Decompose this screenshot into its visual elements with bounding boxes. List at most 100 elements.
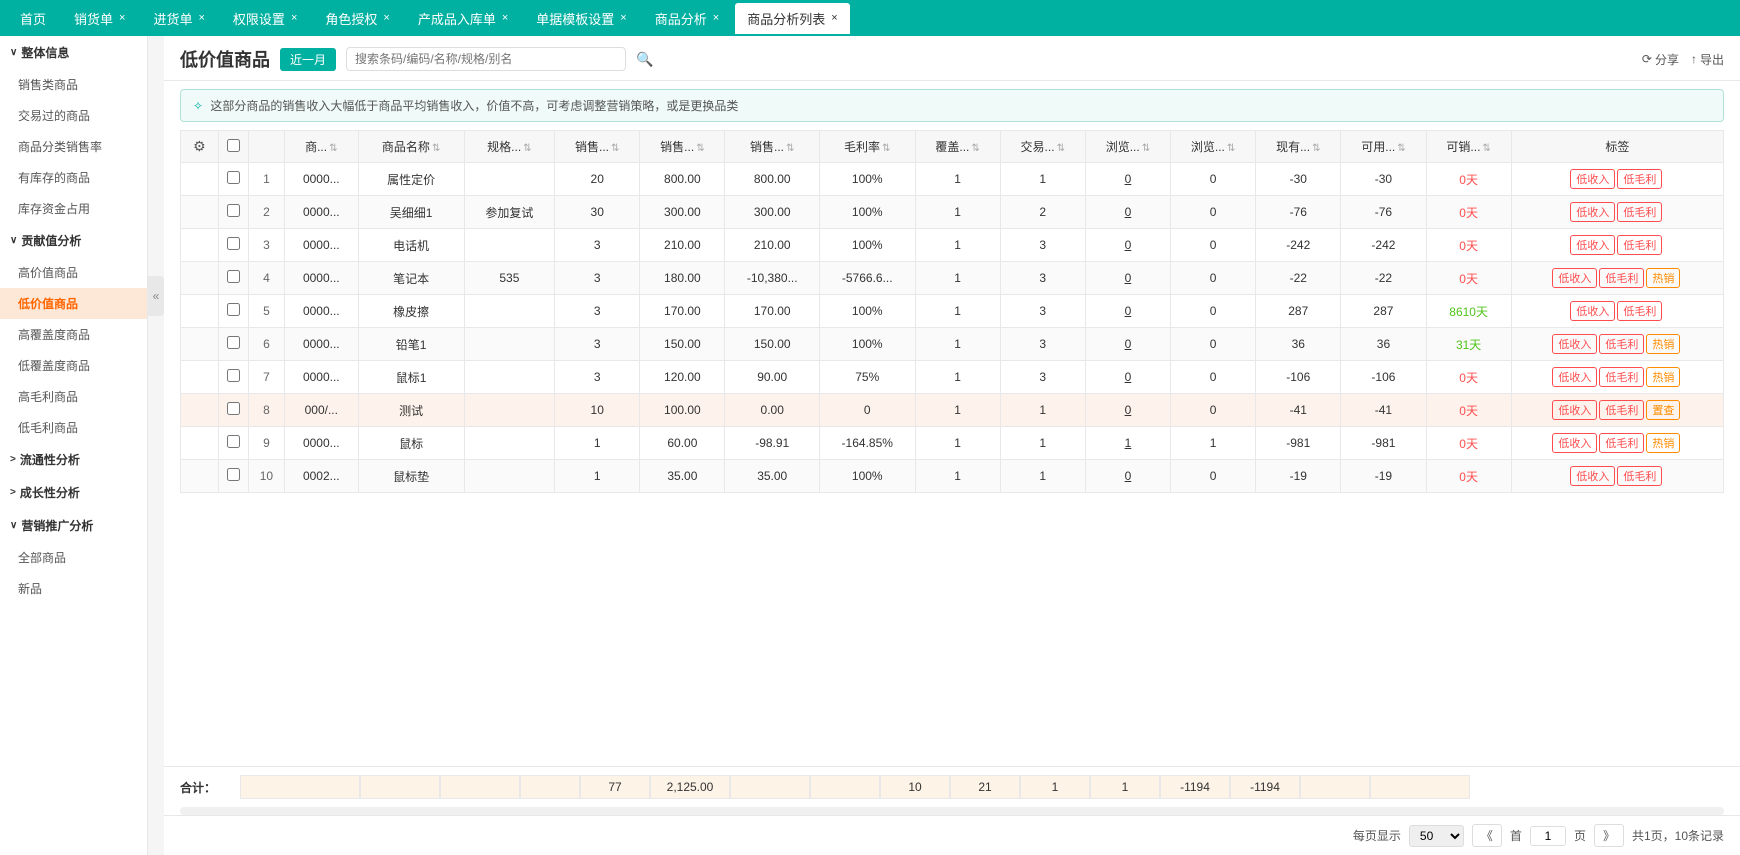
nav-item-首页[interactable]: 首页 xyxy=(8,3,58,34)
sort-icon[interactable]: ⇅ xyxy=(1142,143,1150,154)
sidebar-item-全部商品[interactable]: 全部商品 xyxy=(0,542,147,573)
row-checkbox[interactable] xyxy=(227,468,240,481)
nav-item-权限设置[interactable]: 权限设置× xyxy=(221,3,309,34)
gear-button[interactable]: ⚙ xyxy=(193,138,206,155)
sidebar-group-整体信息[interactable]: ∨整体信息 xyxy=(0,36,147,69)
close-icon[interactable]: × xyxy=(713,12,719,24)
sidebar-item-高毛利商品[interactable]: 高毛利商品 xyxy=(0,381,147,412)
row-checkbox-cell[interactable] xyxy=(218,394,248,427)
row-browse1[interactable]: 0 xyxy=(1085,295,1170,328)
nav-item-角色授权[interactable]: 角色授权× xyxy=(313,3,401,34)
sidebar-item-销售类商品[interactable]: 销售类商品 xyxy=(0,69,147,100)
browse1-link[interactable]: 0 xyxy=(1125,238,1132,252)
sort-icon[interactable]: ⇅ xyxy=(1397,143,1405,154)
row-checkbox[interactable] xyxy=(227,435,240,448)
col-header-12[interactable]: 可用...⇅ xyxy=(1341,131,1426,163)
sort-icon[interactable]: ⇅ xyxy=(523,143,531,154)
row-checkbox-cell[interactable] xyxy=(218,328,248,361)
row-checkbox[interactable] xyxy=(227,402,240,415)
nav-item-产成品入库单[interactable]: 产成品入库单× xyxy=(406,3,520,34)
search-input[interactable] xyxy=(346,47,626,71)
nav-item-进货单[interactable]: 进货单× xyxy=(141,3,216,34)
row-browse1[interactable]: 0 xyxy=(1085,361,1170,394)
col-header-0[interactable]: 商...⇅ xyxy=(284,131,358,163)
col-header-3[interactable]: 销售...⇅ xyxy=(555,131,640,163)
row-checkbox[interactable] xyxy=(227,336,240,349)
sidebar-item-低毛利商品[interactable]: 低毛利商品 xyxy=(0,412,147,443)
row-checkbox-cell[interactable] xyxy=(218,196,248,229)
sidebar-group-营销推广分析[interactable]: ∨营销推广分析 xyxy=(0,509,147,542)
col-header-11[interactable]: 现有...⇅ xyxy=(1256,131,1341,163)
period-button[interactable]: 近一月 xyxy=(280,48,336,71)
col-header-5[interactable]: 销售...⇅ xyxy=(725,131,820,163)
sidebar-item-低价值商品[interactable]: 低价值商品 xyxy=(0,288,147,319)
sort-icon[interactable]: ⇅ xyxy=(786,143,794,154)
sidebar-item-低覆盖度商品[interactable]: 低覆盖度商品 xyxy=(0,350,147,381)
row-browse1[interactable]: 0 xyxy=(1085,196,1170,229)
sidebar-group-成长性分析[interactable]: >成长性分析 xyxy=(0,476,147,509)
browse1-link[interactable]: 1 xyxy=(1125,436,1132,450)
nav-item-商品分析[interactable]: 商品分析× xyxy=(643,3,731,34)
row-browse1[interactable]: 0 xyxy=(1085,229,1170,262)
browse1-link[interactable]: 0 xyxy=(1125,271,1132,285)
col-header-10[interactable]: 浏览...⇅ xyxy=(1171,131,1256,163)
col-header-8[interactable]: 交易...⇅ xyxy=(1000,131,1085,163)
browse1-link[interactable]: 0 xyxy=(1125,370,1132,384)
col-header-6[interactable]: 毛利率⇅ xyxy=(819,131,915,163)
col-header-2[interactable]: 规格...⇅ xyxy=(464,131,555,163)
sort-icon[interactable]: ⇅ xyxy=(696,143,704,154)
sidebar-item-库存资金占用[interactable]: 库存资金占用 xyxy=(0,193,147,224)
sort-icon[interactable]: ⇅ xyxy=(1057,143,1065,154)
sort-icon[interactable]: ⇅ xyxy=(432,143,440,154)
nav-item-销货单[interactable]: 销货单× xyxy=(62,3,137,34)
row-browse1[interactable]: 0 xyxy=(1085,394,1170,427)
nav-item-单据模板设置[interactable]: 单据模板设置× xyxy=(524,3,638,34)
row-checkbox[interactable] xyxy=(227,369,240,382)
export-button[interactable]: ↑ 导出 xyxy=(1691,51,1724,68)
sort-icon[interactable]: ⇅ xyxy=(1227,143,1235,154)
browse1-link[interactable]: 0 xyxy=(1125,205,1132,219)
col-header-4[interactable]: 销售...⇅ xyxy=(640,131,725,163)
row-checkbox-cell[interactable] xyxy=(218,229,248,262)
sidebar-group-流通性分析[interactable]: >流通性分析 xyxy=(0,443,147,476)
row-checkbox[interactable] xyxy=(227,303,240,316)
sort-icon[interactable]: ⇅ xyxy=(329,143,337,154)
sidebar-item-商品分类销售率[interactable]: 商品分类销售率 xyxy=(0,131,147,162)
sort-icon[interactable]: ⇅ xyxy=(1482,143,1490,154)
row-checkbox-cell[interactable] xyxy=(218,427,248,460)
sidebar-group-贡献值分析[interactable]: ∨贡献值分析 xyxy=(0,224,147,257)
gear-col-header[interactable]: ⚙ xyxy=(181,131,219,163)
browse1-link[interactable]: 0 xyxy=(1125,469,1132,483)
col-header-9[interactable]: 浏览...⇅ xyxy=(1085,131,1170,163)
close-icon[interactable]: × xyxy=(291,12,297,24)
row-browse1[interactable]: 0 xyxy=(1085,328,1170,361)
close-icon[interactable]: × xyxy=(119,12,125,24)
sidebar-item-高覆盖度商品[interactable]: 高覆盖度商品 xyxy=(0,319,147,350)
page-input[interactable] xyxy=(1530,826,1566,846)
close-icon[interactable]: × xyxy=(831,12,837,24)
row-checkbox[interactable] xyxy=(227,171,240,184)
sidebar-item-交易过的商品[interactable]: 交易过的商品 xyxy=(0,100,147,131)
table-container[interactable]: ⚙ 商...⇅商品名称⇅规格...⇅销售...⇅销售...⇅销售...⇅毛利率⇅… xyxy=(164,130,1740,766)
row-checkbox-cell[interactable] xyxy=(218,460,248,493)
horizontal-scrollbar[interactable] xyxy=(180,807,1724,815)
close-icon[interactable]: × xyxy=(620,12,626,24)
col-header-7[interactable]: 覆盖...⇅ xyxy=(915,131,1000,163)
sidebar-item-有库存的商品[interactable]: 有库存的商品 xyxy=(0,162,147,193)
row-browse1[interactable]: 1 xyxy=(1085,427,1170,460)
browse1-link[interactable]: 0 xyxy=(1125,304,1132,318)
first-page-btn[interactable]: 《 xyxy=(1472,824,1502,847)
sidebar-item-高价值商品[interactable]: 高价值商品 xyxy=(0,257,147,288)
row-browse1[interactable]: 0 xyxy=(1085,262,1170,295)
sidebar-item-新品[interactable]: 新品 xyxy=(0,573,147,604)
sort-icon[interactable]: ⇅ xyxy=(611,143,619,154)
row-checkbox-cell[interactable] xyxy=(218,163,248,196)
checkbox-col-header[interactable] xyxy=(218,131,248,163)
nav-item-商品分析列表[interactable]: 商品分析列表× xyxy=(735,3,849,34)
row-checkbox-cell[interactable] xyxy=(218,361,248,394)
per-page-select[interactable]: 50 100 xyxy=(1409,825,1464,847)
sort-icon[interactable]: ⇅ xyxy=(971,143,979,154)
share-button[interactable]: ⟳ 分享 xyxy=(1642,51,1679,68)
close-icon[interactable]: × xyxy=(383,12,389,24)
close-icon[interactable]: × xyxy=(198,12,204,24)
